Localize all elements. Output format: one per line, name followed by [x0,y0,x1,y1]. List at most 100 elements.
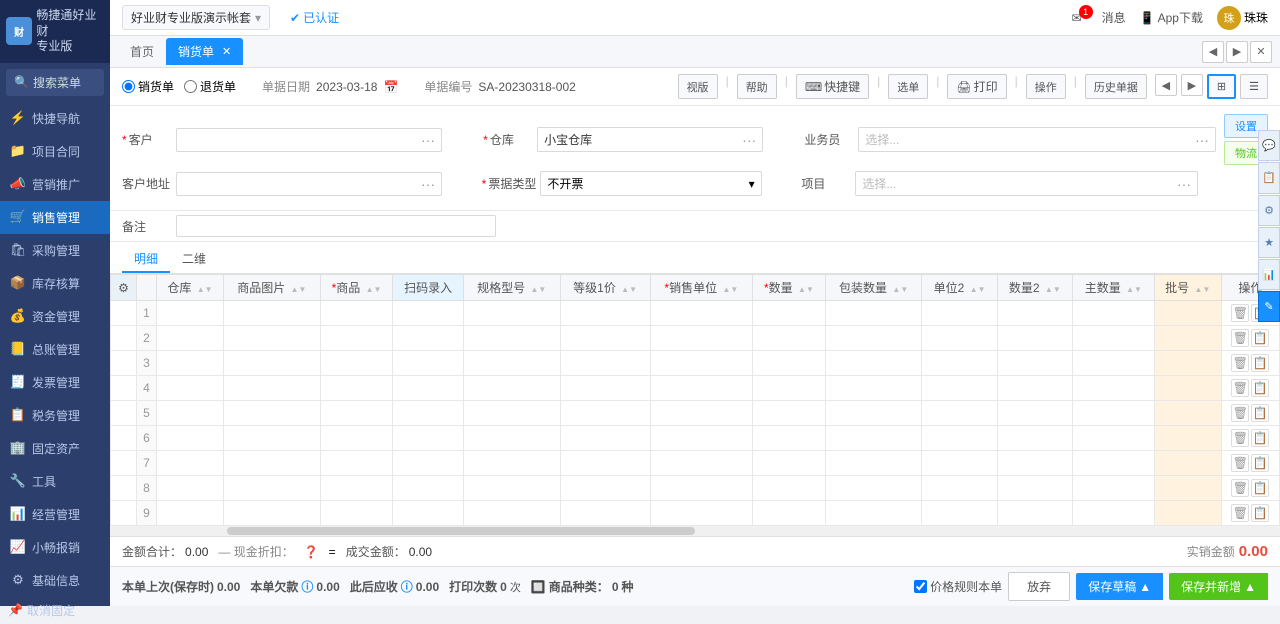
col-quantity[interactable]: *数量 ▲▼ [753,275,826,301]
save-draft-button[interactable]: 保存草稿 ▲ [1076,573,1163,600]
sidebar-item-invoice[interactable]: 🧾 发票管理 [0,366,110,399]
customer-dots-icon[interactable]: ··· [421,132,435,148]
help-icon[interactable]: ❓ [304,545,319,559]
address-input[interactable]: ··· [176,172,442,196]
row-delete-btn[interactable]: 🗑 [1231,429,1249,447]
calendar-icon[interactable]: 📅 [383,80,398,94]
row-copy-btn[interactable]: 📋 [1251,479,1269,497]
customer-input[interactable]: ··· [176,128,442,152]
row-copy-btn[interactable]: 📋 [1251,504,1269,522]
salesperson-input[interactable]: 选择... ··· [858,127,1216,152]
col-product-img[interactable]: 商品图片 ▲▼ [224,275,321,301]
sidebar-item-fixed-assets[interactable]: 🏢 固定资产 [0,432,110,465]
row-copy-btn[interactable]: 📋 [1251,379,1269,397]
price-rule-checkbox[interactable]: 价格规则本单 [914,578,1002,595]
sidebar-item-tax[interactable]: 📋 税务管理 [0,399,110,432]
grid-view-button[interactable]: ⊞ [1207,74,1236,99]
sidebar-item-marketing[interactable]: 📣 营销推广 [0,168,110,201]
remarks-input[interactable] [176,215,496,237]
horizontal-scrollbar[interactable] [110,526,1280,536]
sidebar-item-tools[interactable]: 🔧 工具 [0,465,110,498]
float-chat-button[interactable]: 💬 [1258,130,1280,161]
row-delete-btn[interactable]: 🗑 [1231,454,1249,472]
warehouse-input[interactable]: 小宝仓库 ··· [537,127,763,152]
col-qty2[interactable]: 数量2 ▲▼ [997,275,1072,301]
sidebar-item-basic[interactable]: ⚙ 基础信息 [0,564,110,597]
row-copy-btn[interactable]: 📋 [1251,429,1269,447]
select-button[interactable]: 选单 [888,74,928,99]
float-settings-button[interactable]: ⚙ [1258,195,1280,226]
list-view-button[interactable]: ☰ [1240,74,1268,99]
row-delete-btn[interactable]: 🗑 [1231,304,1249,322]
view-button[interactable]: 视版 [678,74,718,99]
col-batch[interactable]: 批号 ▲▼ [1154,275,1221,301]
sidebar-item-project[interactable]: 📁 项目合同 [0,135,110,168]
help-debt-icon[interactable]: ⓘ [301,578,313,595]
app-download-button[interactable]: 📱 App下载 [1140,9,1203,26]
tab-prev-button[interactable]: ◀ [1202,41,1224,63]
company-selector[interactable]: 好业财专业版演示帐套 ▾ [122,5,270,30]
col-sales-unit[interactable]: *销售单位 ▲▼ [650,275,752,301]
float-chart-button[interactable]: 📊 [1258,259,1280,290]
project-input[interactable]: 选择... ··· [855,171,1198,196]
row-copy-btn[interactable]: 📋 [1251,454,1269,472]
row-delete-btn[interactable]: 🗑 [1231,404,1249,422]
row-copy-btn[interactable]: 📋 [1251,354,1269,372]
col-unit2[interactable]: 单位2 ▲▼ [922,275,997,301]
message-button[interactable]: ✉ 1 消息 [1072,9,1126,26]
row-delete-btn[interactable]: 🗑 [1231,479,1249,497]
sidebar-item-funds[interactable]: 💰 资金管理 [0,300,110,333]
radio-return-order[interactable]: 退货单 [184,78,236,95]
tab-next-button[interactable]: ▶ [1226,41,1248,63]
search-menu-button[interactable]: 🔍 搜索菜单 [6,69,104,96]
tab-close-icon[interactable]: ✕ [222,45,231,58]
history-button[interactable]: 历史单据 [1085,74,1147,99]
invoice-select[interactable]: 不开票 ▾ [540,171,761,196]
salesperson-dots-icon[interactable]: ··· [1195,132,1209,148]
tab-home[interactable]: 首页 [118,38,166,65]
col-price[interactable]: 等级1价 ▲▼ [560,275,650,301]
user-menu[interactable]: 珠 珠珠 [1217,6,1268,30]
col-warehouse[interactable]: 仓库 ▲▼ [157,275,224,301]
col-main-qty[interactable]: 主数量 ▲▼ [1072,275,1154,301]
radio-sales-order[interactable]: 销货单 [122,78,174,95]
row-copy-btn[interactable]: 📋 [1251,404,1269,422]
tab-detail[interactable]: 明细 [122,246,170,273]
tab-close-button[interactable]: ✕ [1250,41,1272,63]
col-product[interactable]: *商品 ▲▼ [320,275,393,301]
operation-button[interactable]: 操作 [1026,74,1066,99]
sidebar-item-cancel-pin[interactable]: 📌 取消固定 [0,597,110,624]
sidebar-item-sales[interactable]: 🛒 销售管理 [0,201,110,234]
float-clipboard-button[interactable]: 📋 [1258,162,1280,193]
tab-sales-order[interactable]: 销货单 ✕ [166,38,243,65]
float-star-button[interactable]: ★ [1258,227,1280,258]
help-button[interactable]: 帮助 [737,74,777,99]
row-delete-btn[interactable]: 🗑 [1231,329,1249,347]
save-new-button[interactable]: 保存并新增 ▲ [1169,573,1268,600]
float-edit-button[interactable]: ✎ [1258,291,1280,322]
next-record-button[interactable]: ▶ [1181,74,1203,96]
row-delete-btn[interactable]: 🗑 [1231,354,1249,372]
shortcut-button[interactable]: ⌨ 快捷键 [796,74,869,99]
row-delete-btn[interactable]: 🗑 [1231,504,1249,522]
sidebar-item-quick-nav[interactable]: ⚡ 快捷导航 [0,102,110,135]
abandon-button[interactable]: 放弃 [1008,572,1070,601]
col-settings[interactable]: ⚙ [111,275,137,301]
prev-record-button[interactable]: ◀ [1155,74,1177,96]
row-copy-btn[interactable]: 📋 [1251,329,1269,347]
col-pack-qty[interactable]: 包装数量 ▲▼ [825,275,922,301]
project-dots-icon[interactable]: ··· [1177,176,1191,192]
warehouse-dots-icon[interactable]: ··· [742,132,756,148]
print-button[interactable]: 🖨 打印 [947,74,1006,99]
sidebar-item-inventory[interactable]: 📦 库存核算 [0,267,110,300]
tab-twodim[interactable]: 二维 [170,246,218,273]
sidebar-item-purchase[interactable]: 🛍 采购管理 [0,234,110,267]
sidebar-item-reports[interactable]: 📈 小畅报销 [0,531,110,564]
sidebar-item-accounts[interactable]: 📒 总账管理 [0,333,110,366]
row-delete-btn[interactable]: 🗑 [1231,379,1249,397]
col-barcode[interactable]: 扫码录入 [393,275,463,301]
col-spec[interactable]: 规格型号 ▲▼ [463,275,560,301]
address-dots-icon[interactable]: ··· [421,176,435,192]
sidebar-item-operations[interactable]: 📊 经营管理 [0,498,110,531]
help-recv-icon[interactable]: ⓘ [401,578,413,595]
